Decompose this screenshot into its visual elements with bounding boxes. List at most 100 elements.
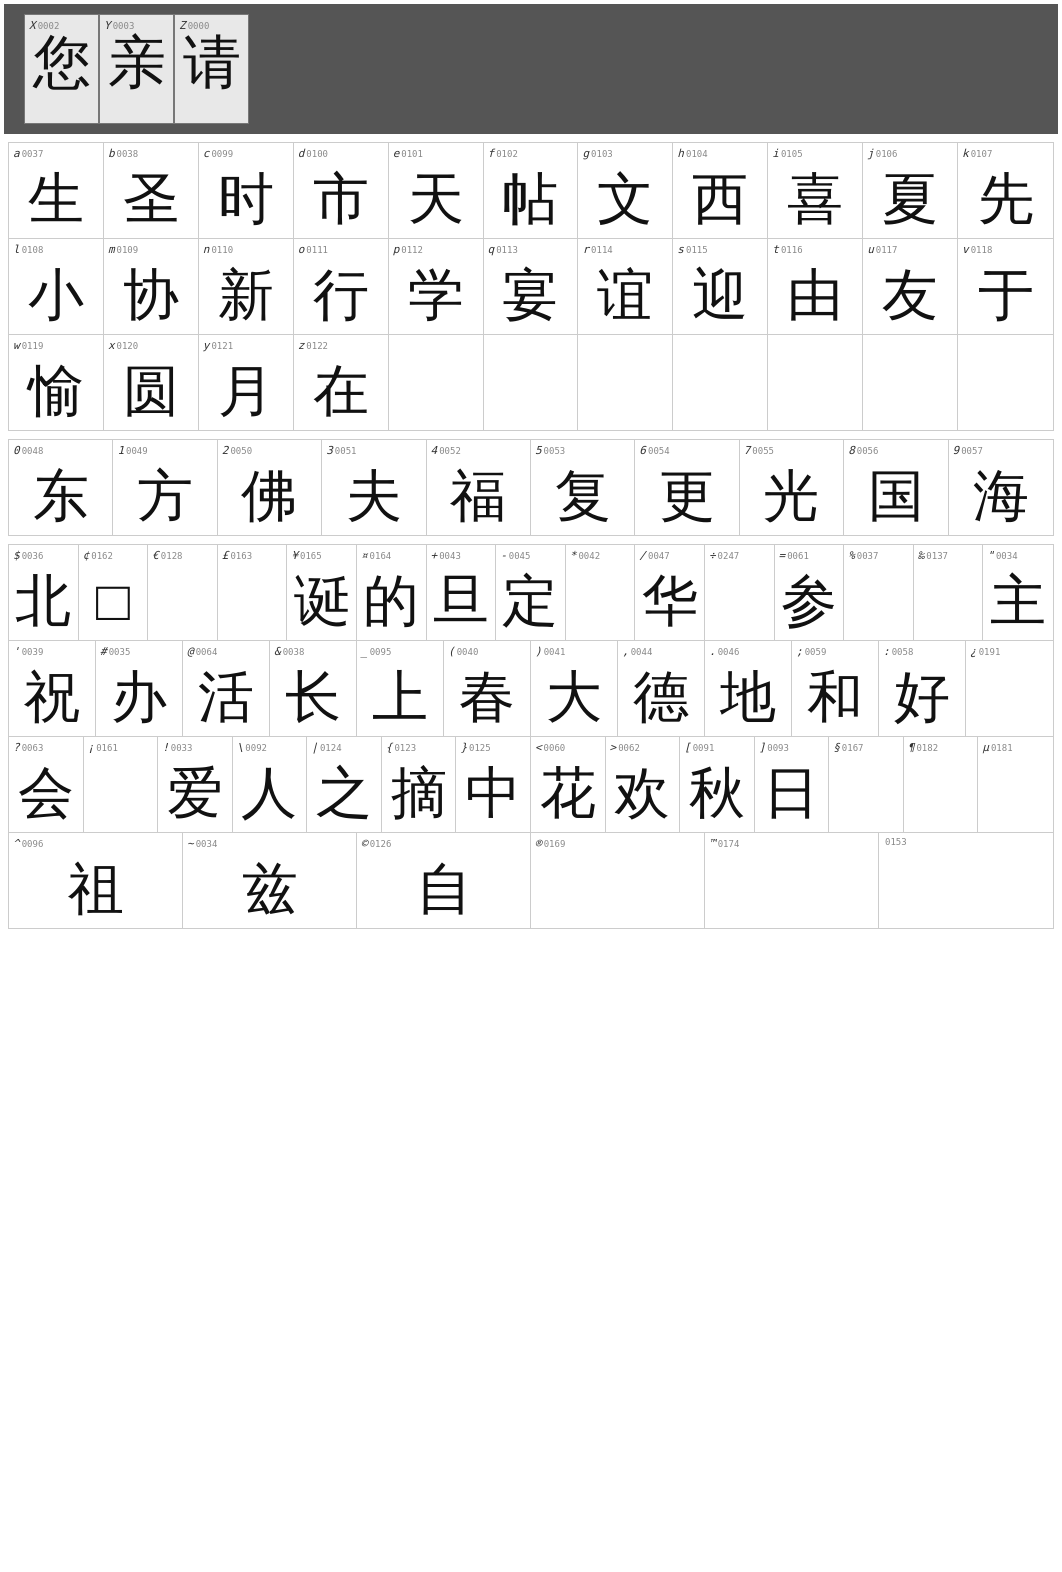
cell-code: 0050 [230,446,252,456]
cell-glyph: 国 [848,457,943,535]
cell-code-row: a 0037 [13,147,43,160]
cell-glyph: 祖 [13,850,178,928]
glyph-cell: i 0105 喜 [768,143,863,238]
glyph-cell [863,335,958,430]
cell-code: 0162 [91,551,113,561]
cell-letter: ® [535,837,542,850]
cell-code: 0100 [306,149,328,159]
glyph-cell: d 0100 市 [294,143,389,238]
glyph-cell: ! 0033 爱 [158,737,233,832]
cell-code: 0041 [544,647,566,657]
glyph-cell: 1 0049 方 [113,440,217,535]
glyph-cell: k 0107 先 [958,143,1053,238]
cell-code: 0182 [916,743,938,753]
cell-letter: @ [187,645,194,658]
cell-glyph: 兹 [187,850,352,928]
cell-code-row: , 0044 [622,645,652,658]
cell-glyph: 光 [744,457,839,535]
cell-letter: [ [684,741,691,754]
cell-code: 0034 [996,551,1018,561]
cell-letter: } [460,741,467,754]
cell-glyph: 新 [203,256,289,334]
cell-code: 0191 [979,647,1001,657]
cell-letter: ! [162,741,169,754]
cell-code-row: - 0045 [500,549,530,562]
glyph-cell: u 0117 友 [863,239,958,334]
cell-letter: v [962,243,969,256]
cell-letter: 0 [13,444,20,457]
cell-code-row: z 0122 [298,339,328,352]
cell-code-row: $ 0036 [13,549,43,562]
cell-glyph: 之 [311,754,377,832]
glyph-cell: ) 0041 大 [531,641,618,736]
cell-glyph: 天 [393,160,479,238]
cell-glyph: 秋 [684,754,750,832]
cell-letter: 4 [431,444,438,457]
cell-letter: r [582,243,589,256]
cell-code-row: : 0058 [883,645,913,658]
glyph-cell: ~ 0034 兹 [183,833,357,928]
cell-letter: 6 [639,444,646,457]
cell-glyph: 喜 [772,160,858,238]
cell-code: 0107 [971,149,993,159]
cell-code: 0126 [370,839,392,849]
cell-glyph: 亲 [104,34,169,92]
cell-code: 0047 [648,551,670,561]
cell-letter: z [298,339,305,352]
cell-glyph: 办 [100,658,178,736]
cell-code: 0038 [283,647,305,657]
cell-letter: a [13,147,20,160]
cell-code-row: w 0119 [13,339,43,352]
cell-glyph: 于 [962,256,1049,334]
cell-code: 0165 [300,551,322,561]
header-banner[interactable]: X 0002 您 Y 0003 亲 Z 0000 请 [4,4,1058,134]
cell-code-row: \ 0092 [237,741,267,754]
cell-code-row: | 0124 [311,741,341,754]
cell-glyph [222,562,283,640]
glyph-cell [578,335,673,430]
glyph-cell: % 0037 [844,545,914,640]
cell-code: 0153 [885,837,907,847]
cell-code: 0115 [686,245,708,255]
cell-glyph: 地 [709,658,787,736]
glyph-row: w 0119 愉 x 0120 圆 y 0121 月 z 01 [9,335,1053,430]
cell-letter: € [152,549,159,562]
cell-code: 0137 [926,551,948,561]
cell-letter: % [848,549,855,562]
cell-glyph [982,754,1049,832]
glyph-cell: . 0046 地 [705,641,792,736]
cell-code: 0049 [126,446,148,456]
cell-letter: s [677,243,684,256]
cell-glyph [962,339,1049,430]
header-char-cell: Y 0003 亲 [99,14,174,124]
cell-letter: h [677,147,684,160]
cell-code-row: m 0109 [108,243,138,256]
cell-code: 0000 [188,21,210,31]
cell-code: 0125 [469,743,491,753]
cell-glyph: 和 [796,658,874,736]
cell-code-row: p 0112 [393,243,423,256]
cell-letter: , [622,645,629,658]
cell-glyph [88,754,154,832]
glyph-cell: € 0128 [148,545,218,640]
cell-glyph: 行 [298,256,384,334]
cell-code: 0063 [22,743,44,753]
glyph-cell: ÷ 0247 [705,545,775,640]
cell-code: 0036 [22,551,44,561]
cell-letter: n [203,243,210,256]
cell-code: 0116 [781,245,803,255]
cell-code: 0064 [196,647,218,657]
cell-code: 0169 [544,839,566,849]
glyph-cell: ^ 0096 祖 [9,833,183,928]
cell-glyph [772,339,858,430]
page-wrapper: X 0002 您 Y 0003 亲 Z 0000 请 a 0037 生 [0,0,1062,941]
cell-code: 0045 [509,551,531,561]
cell-code-row: / 0047 [639,549,669,562]
glyph-cell: µ 0181 [978,737,1053,832]
glyph-cell: m 0109 协 [104,239,199,334]
cell-code-row: 5 0053 [535,444,565,457]
cell-code-row: 7 0055 [744,444,774,457]
cell-glyph: 好 [883,658,961,736]
cell-letter: 5 [535,444,542,457]
cell-letter: * [570,549,577,562]
